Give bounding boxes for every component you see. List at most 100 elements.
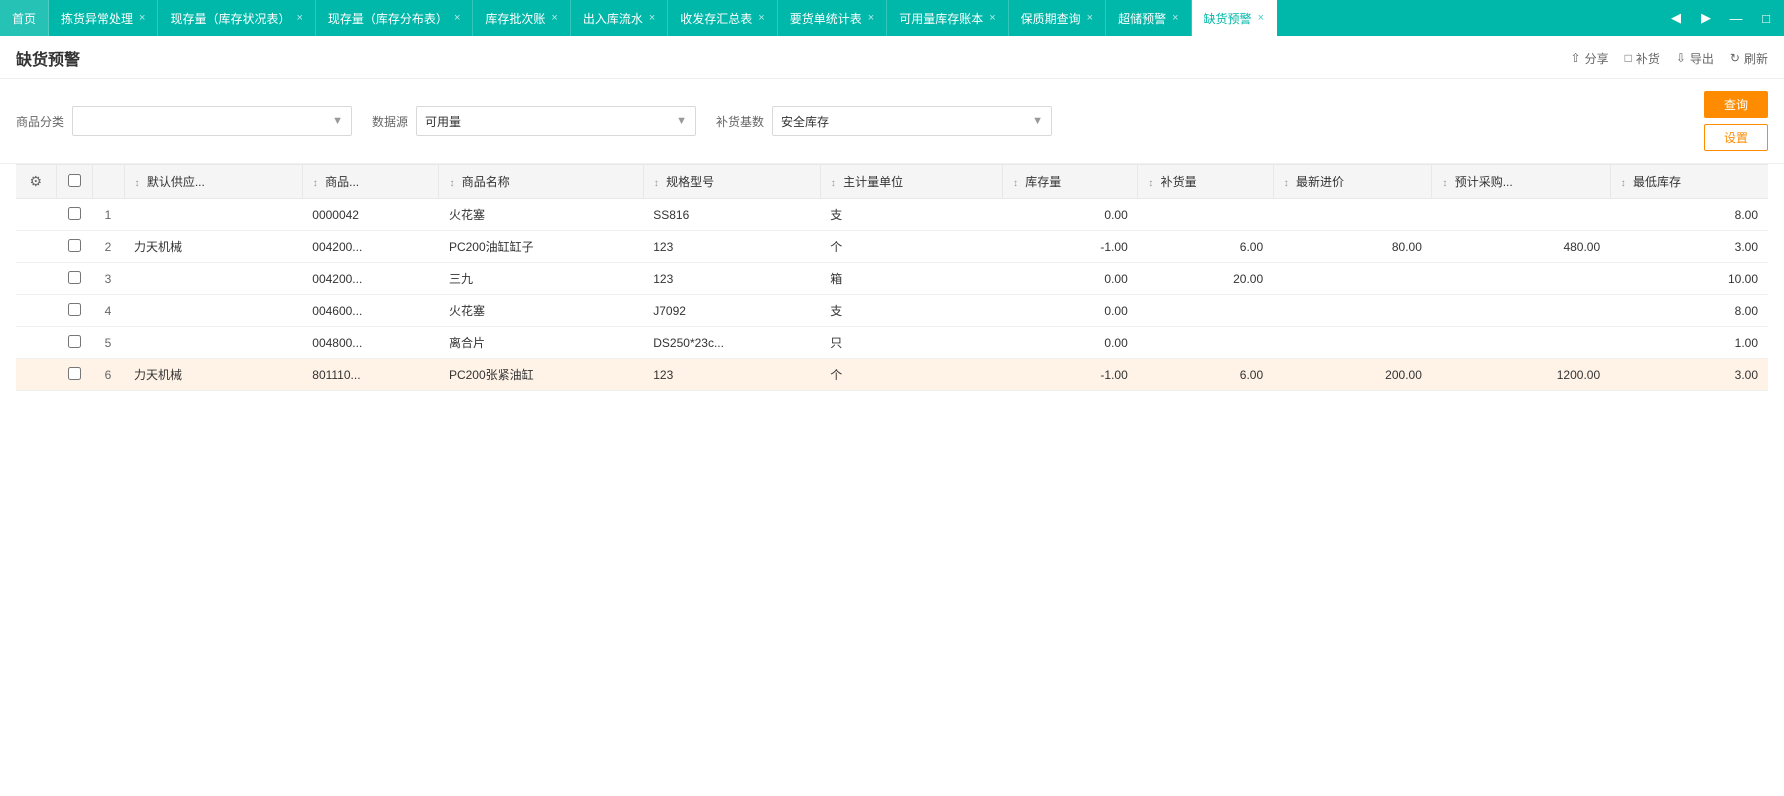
th-stock[interactable]: ↕ 库存量 xyxy=(1002,165,1137,199)
row-checkbox-1[interactable] xyxy=(68,239,81,252)
close-tab-abnormal[interactable]: × xyxy=(139,12,145,24)
select-all-checkbox[interactable] xyxy=(68,174,81,187)
cell-checkbox-2 xyxy=(56,263,92,295)
tab-inventory-dist[interactable]: 现存量（库存分布表） × xyxy=(316,0,473,36)
th-supplier[interactable]: ↕ 默认供应... xyxy=(124,165,302,199)
cell-unit-4: 只 xyxy=(820,327,1002,359)
cell-spec-2: 123 xyxy=(643,263,820,295)
category-filter-group: 商品分类 ▼ xyxy=(16,106,352,136)
query-button[interactable]: 查询 xyxy=(1704,91,1768,118)
replenish-button[interactable]: □ 补货 xyxy=(1625,50,1660,67)
th-min-stock[interactable]: ↕ 最低库存 xyxy=(1610,165,1768,199)
nav-next-button[interactable]: ▶ xyxy=(1692,4,1720,32)
cell-supplier-3 xyxy=(124,295,302,327)
row-checkbox-4[interactable] xyxy=(68,335,81,348)
nav-maximize-button[interactable]: □ xyxy=(1752,4,1780,32)
cell-stock-3: 0.00 xyxy=(1002,295,1137,327)
close-tab-order-stats[interactable]: × xyxy=(868,12,874,24)
cell-checkbox-3 xyxy=(56,295,92,327)
close-tab-inventory-status[interactable]: × xyxy=(296,12,302,24)
table-row: 3 004200... 三九 123 箱 0.00 20.00 10.00 xyxy=(16,263,1768,295)
cell-min-stock-2: 10.00 xyxy=(1610,263,1768,295)
cell-unit-3: 支 xyxy=(820,295,1002,327)
export-button[interactable]: ⇩ 导出 xyxy=(1676,50,1714,67)
th-unit[interactable]: ↕ 主计量单位 xyxy=(820,165,1002,199)
close-tab-overstock[interactable]: × xyxy=(1172,12,1178,24)
share-button[interactable]: ⇧ 分享 xyxy=(1571,50,1609,67)
cell-product-code-2: 004200... xyxy=(302,263,439,295)
close-tab-inout-flow[interactable]: × xyxy=(649,12,655,24)
filter-actions: 查询 设置 xyxy=(1704,91,1768,151)
tab-overstock[interactable]: 超储预警 × xyxy=(1106,0,1191,36)
tab-inout-flow[interactable]: 出入库流水 × xyxy=(571,0,668,36)
category-select-arrow-icon: ▼ xyxy=(332,115,343,127)
refresh-button[interactable]: ↻ 刷新 xyxy=(1730,50,1768,67)
cell-replenish-qty-4 xyxy=(1138,327,1273,359)
close-tab-shortage[interactable]: × xyxy=(1258,12,1264,24)
cell-estimated-purchase-0 xyxy=(1432,199,1610,231)
cell-product-code-3: 004600... xyxy=(302,295,439,327)
cell-stock-4: 0.00 xyxy=(1002,327,1137,359)
datasource-select[interactable]: 可用量 ▼ xyxy=(416,106,696,136)
nav-prev-button[interactable]: ◀ xyxy=(1662,4,1690,32)
replenish-icon: □ xyxy=(1625,51,1632,65)
cell-spec-4: DS250*23c... xyxy=(643,327,820,359)
cell-replenish-qty-5: 6.00 xyxy=(1138,359,1273,391)
tab-order-stats[interactable]: 要货单统计表 × xyxy=(778,0,887,36)
tab-inventory-status[interactable]: 现存量（库存状况表） × xyxy=(158,0,315,36)
cell-checkbox-0 xyxy=(56,199,92,231)
tab-expiry-query[interactable]: 保质期查询 × xyxy=(1009,0,1106,36)
cell-product-name-3: 火花塞 xyxy=(439,295,643,327)
datasource-label: 数据源 xyxy=(372,113,408,130)
row-checkbox-0[interactable] xyxy=(68,207,81,220)
th-spec[interactable]: ↕ 规格型号 xyxy=(643,165,820,199)
cell-product-name-2: 三九 xyxy=(439,263,643,295)
th-latest-price[interactable]: ↕ 最新进价 xyxy=(1273,165,1432,199)
tab-home[interactable]: 首页 xyxy=(0,0,49,36)
tab-receipt-summary[interactable]: 收发存汇总表 × xyxy=(668,0,777,36)
sort-product-name-icon: ↕ xyxy=(449,178,454,189)
cell-rownum-2: 3 xyxy=(92,263,124,295)
cell-spec-5: 123 xyxy=(643,359,820,391)
sort-stock-icon: ↕ xyxy=(1013,178,1018,189)
replenish-base-select[interactable]: 安全库存 ▼ xyxy=(772,106,1052,136)
tab-abnormal[interactable]: 拣货异常处理 × xyxy=(49,0,158,36)
gear-icon[interactable]: ⚙ xyxy=(29,173,42,189)
cell-replenish-qty-2: 20.00 xyxy=(1138,263,1273,295)
close-tab-expiry-query[interactable]: × xyxy=(1087,12,1093,24)
nav-minimize-button[interactable]: — xyxy=(1722,4,1750,32)
tab-available-ledger[interactable]: 可用量库存账本 × xyxy=(887,0,1008,36)
th-gear: ⚙ xyxy=(16,165,56,199)
cell-latest-price-5: 200.00 xyxy=(1273,359,1432,391)
tab-shortage[interactable]: 缺货预警 × xyxy=(1192,0,1277,36)
page-content: 缺货预警 ⇧ 分享 □ 补货 ⇩ 导出 ↻ 刷新 商品分类 xyxy=(0,36,1784,796)
row-checkbox-3[interactable] xyxy=(68,303,81,316)
datasource-select-arrow-icon: ▼ xyxy=(676,115,687,127)
cell-rownum-5: 6 xyxy=(92,359,124,391)
cell-supplier-5: 力天机械 xyxy=(124,359,302,391)
top-nav: 首页 拣货异常处理 × 现存量（库存状况表） × 现存量（库存分布表） × 库存… xyxy=(0,0,1784,36)
category-select[interactable]: ▼ xyxy=(72,106,352,136)
cell-supplier-2 xyxy=(124,263,302,295)
close-tab-batch-account[interactable]: × xyxy=(551,12,557,24)
settings-button[interactable]: 设置 xyxy=(1704,124,1768,151)
row-checkbox-5[interactable] xyxy=(68,367,81,380)
cell-rownum-3: 4 xyxy=(92,295,124,327)
data-table: ⚙ ↕ 默认供应... ↕ 商品... ↕ xyxy=(16,164,1768,391)
th-product-code[interactable]: ↕ 商品... xyxy=(302,165,439,199)
cell-latest-price-2 xyxy=(1273,263,1432,295)
cell-latest-price-3 xyxy=(1273,295,1432,327)
close-tab-inventory-dist[interactable]: × xyxy=(454,12,460,24)
th-checkbox xyxy=(56,165,92,199)
th-estimated-purchase[interactable]: ↕ 预计采购... xyxy=(1432,165,1610,199)
th-product-name[interactable]: ↕ 商品名称 xyxy=(439,165,643,199)
row-checkbox-2[interactable] xyxy=(68,271,81,284)
cell-latest-price-4 xyxy=(1273,327,1432,359)
close-tab-receipt-summary[interactable]: × xyxy=(758,12,764,24)
cell-product-name-1: PC200油缸缸子 xyxy=(439,231,643,263)
close-tab-available-ledger[interactable]: × xyxy=(989,12,995,24)
table-row: 2 力天机械 004200... PC200油缸缸子 123 个 -1.00 6… xyxy=(16,231,1768,263)
tab-batch-account[interactable]: 库存批次账 × xyxy=(473,0,570,36)
sort-unit-icon: ↕ xyxy=(831,178,836,189)
th-replenish-qty[interactable]: ↕ 补货量 xyxy=(1138,165,1273,199)
